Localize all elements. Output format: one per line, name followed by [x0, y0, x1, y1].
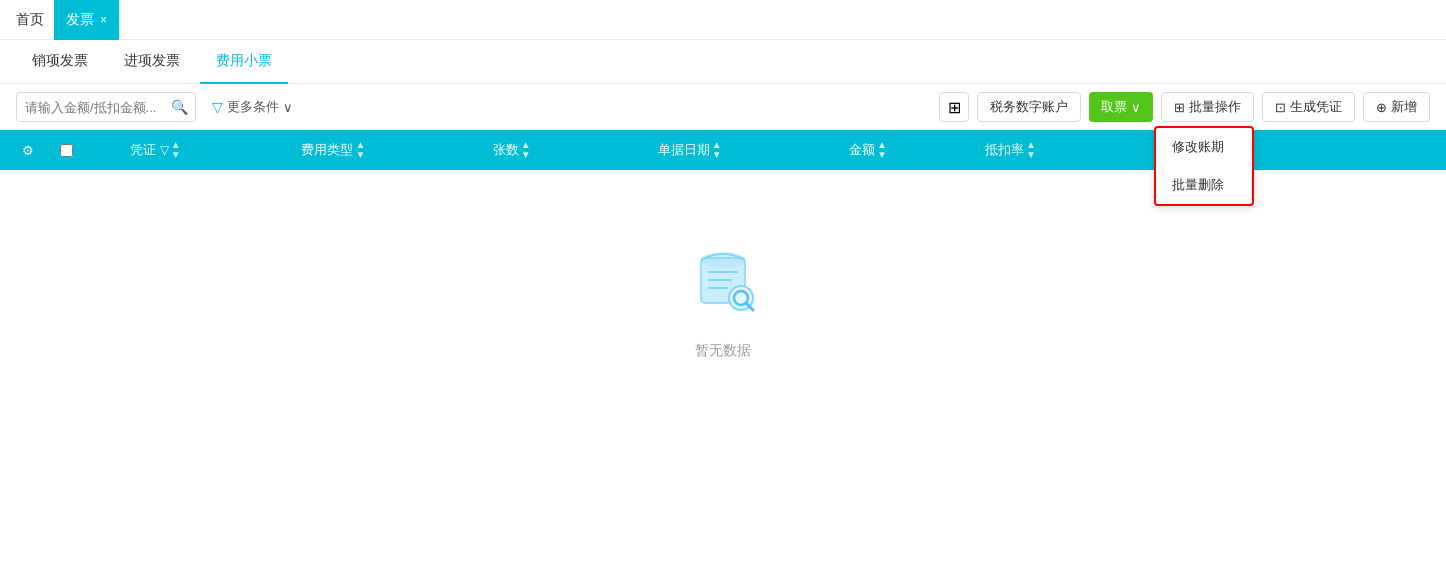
- col-expense-sort-icon[interactable]: ▲▼: [355, 140, 365, 160]
- batch-label: 批量操作: [1189, 98, 1241, 116]
- add-label: 新增: [1391, 98, 1417, 116]
- home-link[interactable]: 首页: [16, 11, 54, 29]
- filter-label: 更多条件: [227, 98, 279, 116]
- settings-icon[interactable]: ⚙: [13, 135, 43, 165]
- select-all-checkbox[interactable]: [60, 144, 73, 157]
- toolbar: 🔍 ▽ 更多条件 ∨ ⊞ 税务数字账户 取票 ∨ ⊞ 批量操作: [0, 84, 1446, 130]
- generate-voucher-label: 生成凭证: [1290, 98, 1342, 116]
- tab-expense-label: 费用小票: [216, 52, 272, 70]
- close-tab-icon[interactable]: ×: [100, 13, 107, 27]
- empty-state-text: 暂无数据: [695, 342, 751, 360]
- col-date-sort-icon[interactable]: ▲▼: [712, 140, 722, 160]
- empty-state-icon: [673, 230, 773, 330]
- search-wrap: 🔍: [16, 92, 196, 122]
- add-icon: ⊕: [1376, 100, 1387, 115]
- col-amount-label: 金额: [849, 141, 875, 159]
- col-expense-label: 费用类型: [301, 141, 353, 159]
- col-expense-type: 费用类型 ▲▼: [227, 140, 441, 160]
- add-button[interactable]: ⊕ 新增: [1363, 92, 1430, 122]
- qrcode-icon: ⊞: [948, 98, 961, 117]
- col-voucher-sort-icon[interactable]: ▲▼: [171, 140, 181, 160]
- tab-sales[interactable]: 销项发票: [16, 40, 104, 84]
- active-tab-label: 发票: [66, 11, 94, 29]
- toolbar-left: 🔍 ▽ 更多条件 ∨: [16, 92, 301, 122]
- filter-funnel-icon: ▽: [212, 99, 223, 115]
- active-tab[interactable]: 发票 ×: [54, 0, 119, 40]
- col-date: 单据日期 ▲▼: [583, 140, 797, 160]
- sub-tabs: 销项发票 进项发票 费用小票: [0, 40, 1446, 84]
- dropdown-item-modify-period[interactable]: 修改账期: [1156, 128, 1252, 166]
- col-count-sort-icon[interactable]: ▲▼: [521, 140, 531, 160]
- tab-income[interactable]: 进项发票: [108, 40, 196, 84]
- tab-sales-label: 销项发票: [32, 52, 88, 70]
- col-deduction-rate-sort-icon[interactable]: ▲▼: [1026, 140, 1036, 160]
- col-settings: ⚙: [8, 135, 48, 165]
- filter-button[interactable]: ▽ 更多条件 ∨: [204, 94, 301, 120]
- tax-account-button[interactable]: 税务数字账户: [977, 92, 1081, 122]
- main-container: 销项发票 进项发票 费用小票 🔍 ▽ 更多条件 ∨ ⊞ 税务数: [0, 40, 1446, 584]
- col-voucher: 凭证 ▽ ▲▼: [84, 140, 227, 160]
- dropdown-item-batch-delete[interactable]: 批量删除: [1156, 166, 1252, 204]
- take-ticket-label: 取票: [1101, 98, 1127, 116]
- search-icon: 🔍: [171, 99, 188, 115]
- col-amount-sort-icon[interactable]: ▲▼: [877, 140, 887, 160]
- col-amount: 金额 ▲▼: [797, 140, 940, 160]
- top-nav: 首页 发票 ×: [0, 0, 1446, 40]
- toolbar-right: ⊞ 税务数字账户 取票 ∨ ⊞ 批量操作 修改账期 批量删除: [939, 92, 1430, 122]
- take-ticket-chevron-icon: ∨: [1131, 100, 1141, 115]
- col-count: 张数 ▲▼: [440, 140, 583, 160]
- qrcode-button[interactable]: ⊞: [939, 92, 969, 122]
- tab-expense[interactable]: 费用小票: [200, 40, 288, 84]
- take-ticket-button[interactable]: 取票 ∨: [1089, 92, 1153, 122]
- search-input[interactable]: [16, 92, 196, 122]
- batch-dropdown-menu: 修改账期 批量删除: [1154, 126, 1254, 206]
- col-voucher-label: 凭证: [130, 141, 156, 159]
- tax-account-label: 税务数字账户: [990, 98, 1068, 116]
- generate-voucher-button[interactable]: ⊡ 生成凭证: [1262, 92, 1355, 122]
- col-date-label: 单据日期: [658, 141, 710, 159]
- batch-btn-wrap: ⊞ 批量操作 修改账期 批量删除: [1161, 92, 1254, 122]
- col-deduction-rate: 抵扣率 ▲▼: [939, 140, 1082, 160]
- batch-button[interactable]: ⊞ 批量操作: [1161, 92, 1254, 122]
- col-count-label: 张数: [493, 141, 519, 159]
- col-voucher-filter-icon[interactable]: ▽: [160, 143, 169, 157]
- col-check[interactable]: [48, 144, 84, 157]
- generate-voucher-icon: ⊡: [1275, 100, 1286, 115]
- col-deduction-rate-label: 抵扣率: [985, 141, 1024, 159]
- batch-op-icon: ⊞: [1174, 100, 1185, 115]
- tab-income-label: 进项发票: [124, 52, 180, 70]
- filter-chevron-icon: ∨: [283, 100, 293, 115]
